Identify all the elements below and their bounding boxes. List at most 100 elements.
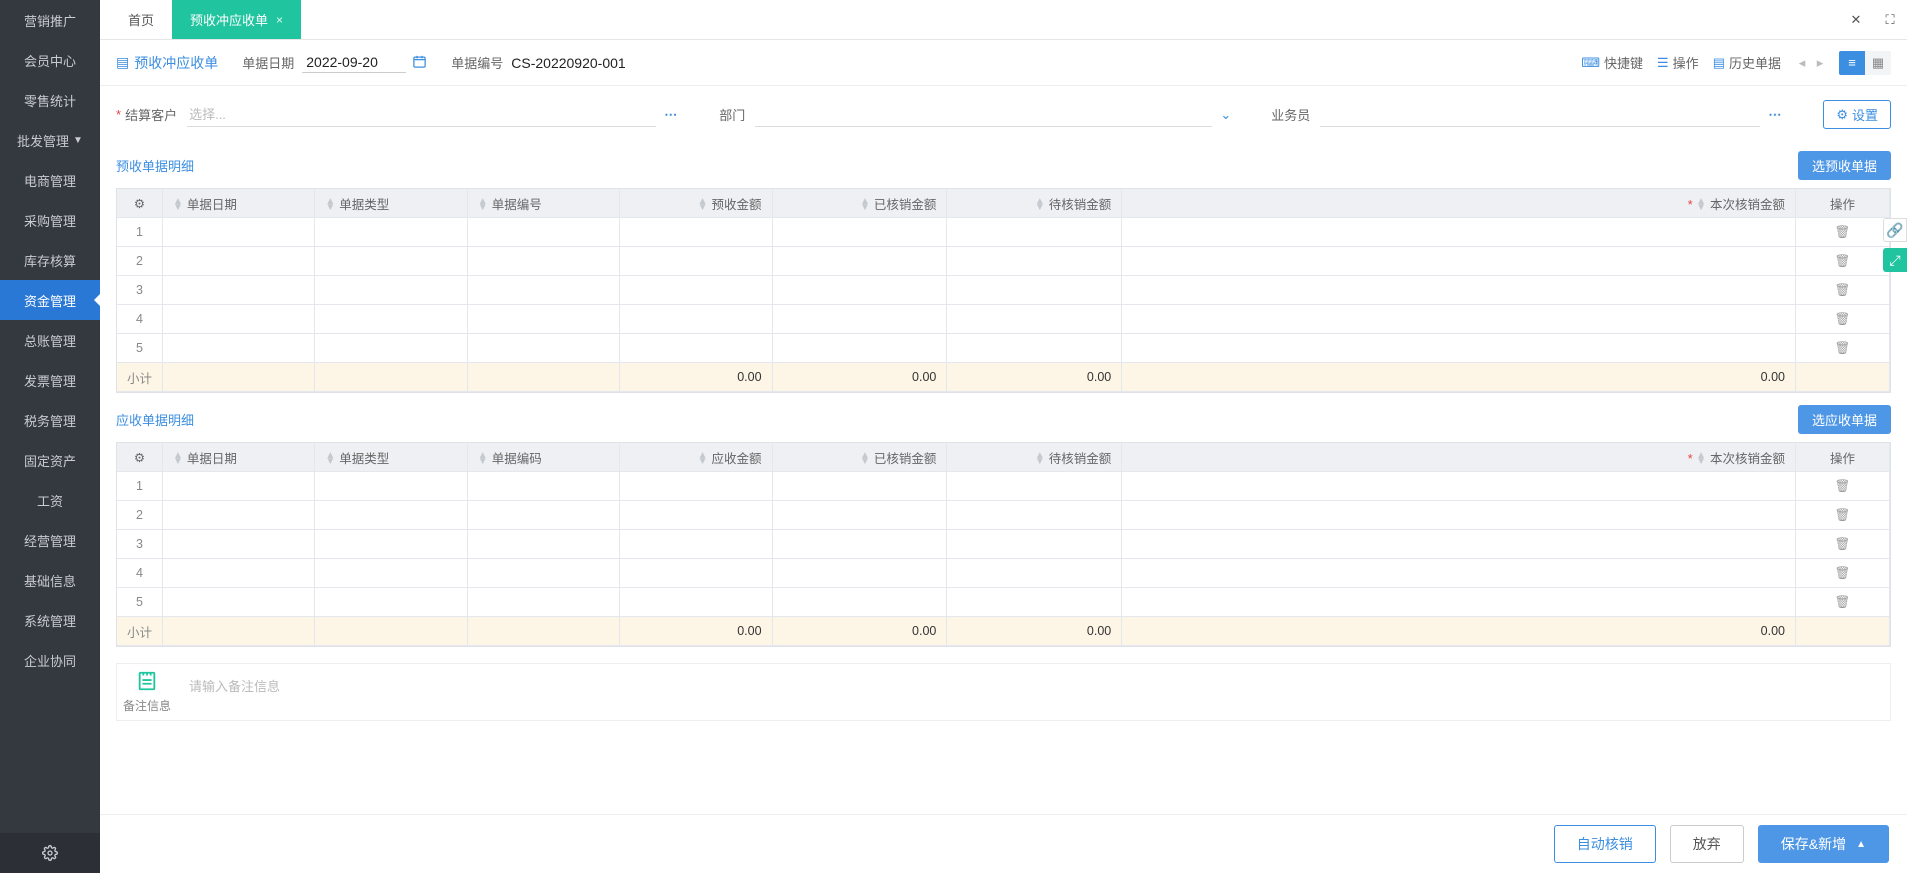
tab-prepay-offset[interactable]: 预收冲应收单× <box>172 0 301 39</box>
col-date[interactable]: ▲▼单据日期 <box>163 189 315 218</box>
window-close-icon[interactable]: ✕ <box>1839 12 1873 28</box>
form-settings-button[interactable]: ⚙设置 <box>1823 100 1891 129</box>
code-value: CS-20220920-001 <box>511 55 625 71</box>
dept-input[interactable] <box>755 103 1212 127</box>
customer-label: 结算客户 <box>125 105 177 124</box>
nav-tax[interactable]: 税务管理 <box>0 400 100 440</box>
remark-input[interactable] <box>177 664 1890 720</box>
view-list-icon[interactable]: ≡ <box>1839 51 1865 75</box>
col-this-amt[interactable]: ▲▼本次核销金额 <box>1122 189 1796 218</box>
clerk-input[interactable] <box>1320 103 1760 127</box>
nav-marketing[interactable]: 营销推广 <box>0 0 100 40</box>
chevron-down-icon[interactable]: ⌄ <box>1220 107 1231 123</box>
date-input[interactable]: 2022-09-20 <box>302 52 406 73</box>
document-toolbar: ▤ 预收冲应收单 单据日期 2022-09-20 单据编号 CS-2022092… <box>100 40 1907 86</box>
nav-system[interactable]: 系统管理 <box>0 600 100 640</box>
delete-icon[interactable]: 🗑 <box>1835 312 1851 326</box>
delete-icon[interactable]: 🗑 <box>1835 595 1851 609</box>
nav-ledger[interactable]: 总账管理 <box>0 320 100 360</box>
sort-icon: ▲▼ <box>1035 453 1045 465</box>
delete-icon[interactable]: 🗑 <box>1835 225 1851 239</box>
shortcut-button[interactable]: ⌨快捷键 <box>1575 49 1649 76</box>
table-row[interactable]: 2🗑 <box>117 247 1890 276</box>
window-fullscreen-icon[interactable]: ⛶ <box>1873 12 1907 28</box>
col-pending-amt[interactable]: ▲▼待核销金额 <box>947 443 1122 472</box>
nav-retail-stats[interactable]: 零售统计 <box>0 80 100 120</box>
nav-ecommerce[interactable]: 电商管理 <box>0 160 100 200</box>
delete-icon[interactable]: 🗑 <box>1835 254 1851 268</box>
auto-verify-button[interactable]: 自动核销 <box>1554 825 1656 863</box>
prepay-table: ⚙ ▲▼单据日期 ▲▼单据类型 ▲▼单据编号 ▲▼预收金额 ▲▼已核销金额 ▲▼… <box>116 188 1891 393</box>
col-verified-amt[interactable]: ▲▼已核销金额 <box>773 443 948 472</box>
sort-icon: ▲▼ <box>325 199 335 211</box>
attachment-icon[interactable]: 🔗 <box>1883 218 1907 242</box>
table-row[interactable]: 3🗑 <box>117 276 1890 305</box>
nav-business[interactable]: 经营管理 <box>0 520 100 560</box>
sort-icon: ▲▼ <box>325 453 335 465</box>
nav-invoice[interactable]: 发票管理 <box>0 360 100 400</box>
sort-icon: ▲▼ <box>1696 199 1706 211</box>
col-date[interactable]: ▲▼单据日期 <box>163 443 315 472</box>
receivable-table: ⚙ ▲▼单据日期 ▲▼单据类型 ▲▼单据编码 ▲▼应收金额 ▲▼已核销金额 ▲▼… <box>116 442 1891 647</box>
save-and-new-button[interactable]: 保存&新增▲ <box>1758 825 1889 863</box>
delete-icon[interactable]: 🗑 <box>1835 537 1851 551</box>
col-code[interactable]: ▲▼单据编码 <box>468 443 620 472</box>
delete-icon[interactable]: 🗑 <box>1835 283 1851 297</box>
tab-bar: 首页 预收冲应收单× <box>100 0 1907 40</box>
view-grid-icon[interactable]: ▦ <box>1865 51 1891 75</box>
sidebar-settings-icon[interactable] <box>0 833 100 873</box>
gear-icon: ⚙ <box>134 451 145 465</box>
expand-icon[interactable]: ⤢ <box>1883 248 1907 272</box>
col-prepay-amt[interactable]: ▲▼预收金额 <box>620 189 772 218</box>
nav-inventory[interactable]: 库存核算 <box>0 240 100 280</box>
delete-icon[interactable]: 🗑 <box>1835 479 1851 493</box>
col-gear[interactable]: ⚙ <box>117 189 163 218</box>
nav-member[interactable]: 会员中心 <box>0 40 100 80</box>
customer-lookup-icon[interactable]: ⋯ <box>664 107 679 123</box>
table-row[interactable]: 5🗑 <box>117 334 1890 363</box>
calendar-icon[interactable] <box>412 54 427 72</box>
table-row[interactable]: 1🗑 <box>117 472 1890 501</box>
col-this-amt[interactable]: ▲▼本次核销金额 <box>1122 443 1796 472</box>
nav-funds[interactable]: 资金管理 <box>0 280 100 320</box>
select-receivable-button[interactable]: 选应收单据 <box>1798 405 1891 434</box>
select-prepay-button[interactable]: 选预收单据 <box>1798 151 1891 180</box>
nav-basic-info[interactable]: 基础信息 <box>0 560 100 600</box>
col-ops: 操作 <box>1796 189 1890 218</box>
nav-collab[interactable]: 企业协同 <box>0 640 100 680</box>
col-verified-amt[interactable]: ▲▼已核销金额 <box>773 189 948 218</box>
nav-fixed-assets[interactable]: 固定资产 <box>0 440 100 480</box>
close-icon[interactable]: × <box>276 13 283 27</box>
history-button[interactable]: ▤历史单据 <box>1707 49 1787 76</box>
tab-home[interactable]: 首页 <box>110 0 172 39</box>
prev-doc-icon[interactable]: ◂ <box>1793 55 1811 71</box>
nav-wholesale[interactable]: 批发管理▼ <box>0 120 100 160</box>
required-marker: * <box>116 107 121 122</box>
customer-input[interactable] <box>187 103 656 127</box>
col-type[interactable]: ▲▼单据类型 <box>315 189 467 218</box>
col-gear[interactable]: ⚙ <box>117 443 163 472</box>
delete-icon[interactable]: 🗑 <box>1835 566 1851 580</box>
table-row[interactable]: 4🗑 <box>117 305 1890 334</box>
table-row[interactable]: 5🗑 <box>117 588 1890 617</box>
clerk-lookup-icon[interactable]: ⋯ <box>1768 107 1783 123</box>
table-row[interactable]: 1🗑 <box>117 218 1890 247</box>
col-code[interactable]: ▲▼单据编号 <box>468 189 620 218</box>
col-type[interactable]: ▲▼单据类型 <box>315 443 467 472</box>
gear-icon: ⚙ <box>134 197 145 211</box>
section-receivable-title: 应收单据明细 <box>116 410 194 429</box>
col-recv-amt[interactable]: ▲▼应收金额 <box>620 443 772 472</box>
nav-payroll[interactable]: 工资 <box>0 480 100 520</box>
delete-icon[interactable]: 🗑 <box>1835 508 1851 522</box>
table-row[interactable]: 3🗑 <box>117 530 1890 559</box>
operate-button[interactable]: ☰操作 <box>1651 49 1705 76</box>
sort-icon: ▲▼ <box>1696 453 1706 465</box>
next-doc-icon[interactable]: ▸ <box>1811 55 1829 71</box>
discard-button[interactable]: 放弃 <box>1670 825 1744 863</box>
table-row[interactable]: 2🗑 <box>117 501 1890 530</box>
nav-purchase[interactable]: 采购管理 <box>0 200 100 240</box>
code-label: 单据编号 <box>451 53 503 72</box>
delete-icon[interactable]: 🗑 <box>1835 341 1851 355</box>
col-pending-amt[interactable]: ▲▼待核销金额 <box>947 189 1122 218</box>
table-row[interactable]: 4🗑 <box>117 559 1890 588</box>
